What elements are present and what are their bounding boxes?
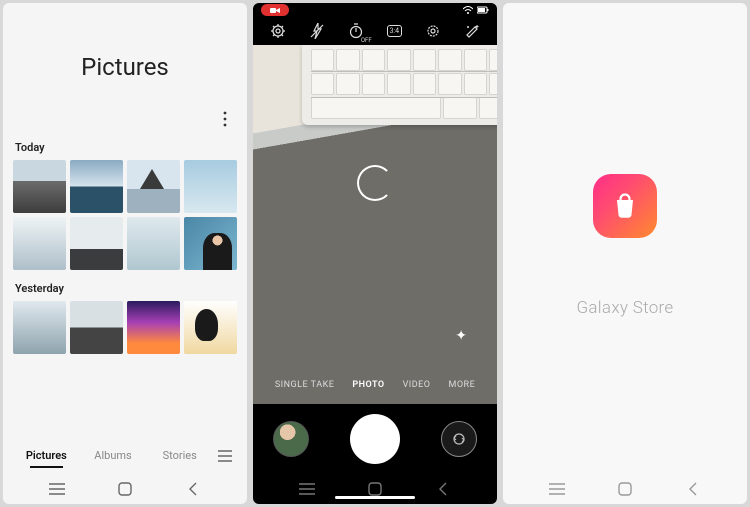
recents-button[interactable] bbox=[532, 483, 582, 495]
gallery-content[interactable]: Today Yesterday bbox=[3, 137, 247, 435]
home-button[interactable] bbox=[600, 482, 650, 496]
settings-button[interactable] bbox=[266, 19, 290, 43]
photo-thumbnail[interactable] bbox=[70, 301, 123, 354]
galaxy-store-logo bbox=[593, 174, 657, 238]
back-button[interactable] bbox=[418, 482, 468, 496]
recents-button[interactable] bbox=[32, 483, 82, 495]
back-button[interactable] bbox=[668, 482, 718, 496]
status-bar bbox=[503, 3, 747, 17]
focus-indicator bbox=[357, 165, 393, 201]
photo-thumbnail[interactable] bbox=[13, 217, 66, 270]
photo-thumbnail[interactable] bbox=[184, 160, 237, 213]
tab-stories[interactable]: Stories bbox=[146, 443, 213, 468]
camera-toolbar: OFF 3:4 bbox=[253, 17, 497, 45]
page-title: Pictures bbox=[3, 53, 247, 81]
recents-icon bbox=[299, 483, 315, 495]
home-icon bbox=[618, 482, 632, 496]
motion-photo-icon bbox=[425, 23, 441, 39]
gallery-app: Pictures Today Yesterday Pictures Albums bbox=[3, 3, 247, 504]
kebab-icon bbox=[223, 111, 227, 127]
ratio-label: 3:4 bbox=[387, 25, 403, 37]
scene-optimizer-icon[interactable]: ✦ bbox=[455, 328, 467, 344]
app-name: Galaxy Store bbox=[576, 298, 673, 318]
viewfinder[interactable]: ✦ SINGLE TAKE PHOTO VIDEO MORE bbox=[253, 45, 497, 404]
photo-thumbnail[interactable] bbox=[184, 301, 237, 354]
nav-bar bbox=[3, 474, 247, 504]
mode-photo[interactable]: PHOTO bbox=[352, 380, 384, 390]
recents-button[interactable] bbox=[282, 483, 332, 495]
section-label: Today bbox=[15, 141, 237, 154]
mode-single-take[interactable]: SINGLE TAKE bbox=[275, 380, 335, 390]
back-icon bbox=[688, 482, 698, 496]
wifi-icon bbox=[463, 6, 473, 14]
flash-button[interactable] bbox=[305, 19, 329, 43]
viewfinder-subject bbox=[302, 45, 497, 125]
timer-button[interactable]: OFF bbox=[344, 19, 368, 43]
gallery-tabs: Pictures Albums Stories bbox=[3, 435, 247, 474]
photo-thumbnail[interactable] bbox=[70, 160, 123, 213]
status-bar bbox=[253, 3, 497, 17]
timer-label: OFF bbox=[361, 37, 372, 44]
back-button[interactable] bbox=[168, 482, 218, 496]
back-icon bbox=[438, 482, 448, 496]
magic-icon bbox=[464, 23, 480, 39]
hamburger-icon bbox=[218, 450, 232, 462]
mode-more[interactable]: MORE bbox=[448, 380, 475, 390]
shopping-bag-icon bbox=[608, 189, 642, 223]
flash-off-icon bbox=[310, 23, 324, 39]
motion-photo-button[interactable] bbox=[421, 19, 445, 43]
gear-icon bbox=[270, 23, 286, 39]
battery-icon bbox=[477, 6, 489, 14]
filters-button[interactable] bbox=[460, 19, 484, 43]
camera-icon bbox=[270, 7, 280, 14]
galaxy-store-app: Galaxy Store bbox=[503, 3, 747, 504]
aspect-ratio-button[interactable]: 3:4 bbox=[382, 19, 406, 43]
switch-camera-icon bbox=[451, 431, 467, 447]
more-options-button[interactable] bbox=[217, 107, 233, 131]
last-photo-thumbnail[interactable] bbox=[273, 421, 309, 457]
status-bar bbox=[3, 3, 247, 17]
switch-camera-button[interactable] bbox=[441, 421, 477, 457]
photo-thumbnail[interactable] bbox=[127, 301, 180, 354]
gallery-header: Pictures bbox=[3, 17, 247, 107]
photo-thumbnail[interactable] bbox=[184, 217, 237, 270]
photo-thumbnail[interactable] bbox=[13, 301, 66, 354]
mode-video[interactable]: VIDEO bbox=[403, 380, 431, 390]
photo-thumbnail[interactable] bbox=[13, 160, 66, 213]
camera-app: OFF 3:4 ✦ SINGLE TAKE PHOTO VIDEO MORE bbox=[253, 3, 497, 504]
photo-thumbnail[interactable] bbox=[70, 217, 123, 270]
camera-modes: SINGLE TAKE PHOTO VIDEO MORE bbox=[253, 380, 497, 390]
home-button[interactable] bbox=[350, 482, 400, 496]
thumbnail-grid bbox=[13, 301, 237, 354]
photo-thumbnail[interactable] bbox=[127, 217, 180, 270]
shutter-button[interactable] bbox=[350, 414, 400, 464]
back-icon bbox=[188, 482, 198, 496]
camera-controls bbox=[253, 404, 497, 474]
nav-bar bbox=[253, 474, 497, 504]
home-icon bbox=[368, 482, 382, 496]
recents-icon bbox=[549, 483, 565, 495]
recording-indicator bbox=[261, 4, 289, 16]
tab-menu-button[interactable] bbox=[213, 450, 237, 462]
tab-pictures[interactable]: Pictures bbox=[13, 443, 80, 468]
status-icons bbox=[463, 6, 489, 14]
home-indicator[interactable] bbox=[335, 496, 415, 499]
thumbnail-grid bbox=[13, 160, 237, 270]
home-button[interactable] bbox=[100, 482, 150, 496]
section-label: Yesterday bbox=[15, 282, 237, 295]
tab-albums[interactable]: Albums bbox=[80, 443, 147, 468]
recents-icon bbox=[49, 483, 65, 495]
splash-screen: Galaxy Store bbox=[503, 17, 747, 474]
home-icon bbox=[118, 482, 132, 496]
nav-bar bbox=[503, 474, 747, 504]
photo-thumbnail[interactable] bbox=[127, 160, 180, 213]
